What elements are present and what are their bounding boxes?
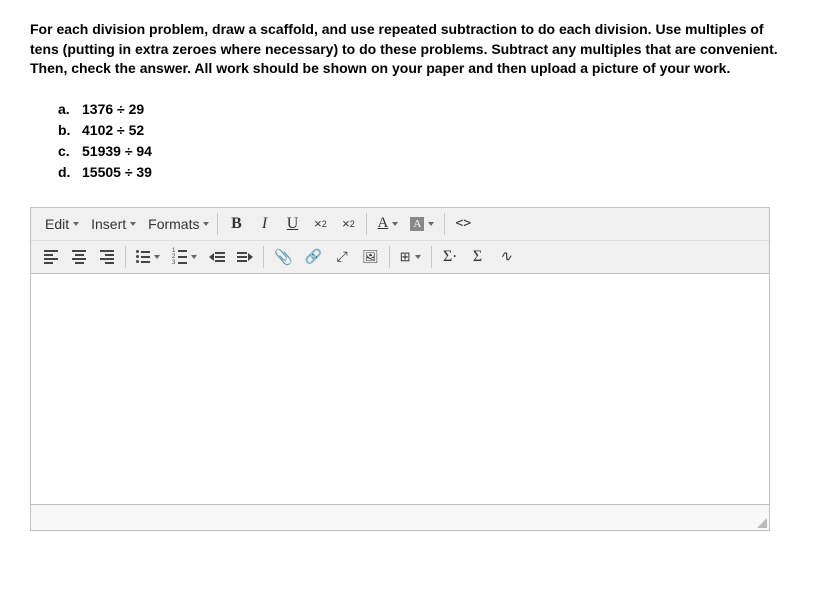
special-char-button[interactable]: ∿ [492, 243, 520, 271]
problem-letter: b. [58, 120, 82, 141]
caret-icon [130, 222, 136, 226]
separator [217, 213, 218, 235]
rich-text-editor: Edit Insert Formats B I U ×2 ×2 A A <> 1… [30, 207, 770, 531]
resize-handle-icon[interactable] [757, 518, 767, 528]
caret-icon [191, 255, 197, 259]
bullet-list-button[interactable] [130, 243, 166, 271]
problem-list: a. 1376 ÷ 29 b. 4102 ÷ 52 c. 51939 ÷ 94 … [58, 99, 796, 183]
indent-button[interactable] [231, 243, 259, 271]
underline-button[interactable]: U [278, 210, 306, 238]
problem-letter: c. [58, 141, 82, 162]
outdent-icon [209, 252, 225, 262]
separator [431, 246, 432, 268]
unlink-button[interactable]: ⤢ [328, 243, 356, 271]
separator [366, 213, 367, 235]
problem-expression: 4102 ÷ 52 [82, 120, 144, 141]
align-center-button[interactable] [65, 243, 93, 271]
caret-icon [154, 255, 160, 259]
link-button[interactable]: 🔗 [299, 243, 328, 271]
bullet-list-icon [136, 250, 150, 263]
caret-icon [392, 222, 398, 226]
separator [389, 246, 390, 268]
problem-c: c. 51939 ÷ 94 [58, 141, 796, 162]
equation-insert-button[interactable]: Σ [436, 243, 464, 271]
editor-content-area[interactable] [31, 274, 769, 504]
problem-b: b. 4102 ÷ 52 [58, 120, 796, 141]
table-button[interactable]: ⊞ [394, 243, 427, 271]
editor-toolbar: Edit Insert Formats B I U ×2 ×2 A A <> 1… [31, 208, 769, 274]
superscript-button[interactable]: ×2 [334, 210, 362, 238]
formats-menu[interactable]: Formats [140, 210, 213, 238]
caret-icon [428, 222, 434, 226]
align-left-icon [44, 250, 58, 264]
equation-button[interactable]: Σ [464, 243, 492, 271]
code-button[interactable]: <> [449, 210, 477, 238]
toolbar-row-1: Edit Insert Formats B I U ×2 ×2 A A <> [31, 208, 769, 240]
align-center-icon [72, 250, 86, 264]
indent-icon [237, 252, 253, 262]
align-right-icon [100, 250, 114, 264]
outdent-button[interactable] [203, 243, 231, 271]
italic-button[interactable]: I [250, 210, 278, 238]
problem-expression: 51939 ÷ 94 [82, 141, 152, 162]
align-right-button[interactable] [93, 243, 121, 271]
separator [263, 246, 264, 268]
problem-d: d. 15505 ÷ 39 [58, 162, 796, 183]
numbered-list-button[interactable]: 123 [166, 243, 203, 271]
bold-button[interactable]: B [222, 210, 250, 238]
attachment-button[interactable]: 📎 [268, 243, 299, 271]
problem-letter: a. [58, 99, 82, 120]
caret-icon [203, 222, 209, 226]
caret-icon [73, 222, 79, 226]
problem-a: a. 1376 ÷ 29 [58, 99, 796, 120]
separator [125, 246, 126, 268]
instructions-text: For each division problem, draw a scaffo… [30, 20, 796, 79]
separator [444, 213, 445, 235]
edit-menu[interactable]: Edit [37, 210, 83, 238]
highlight-color-button[interactable]: A [404, 210, 440, 238]
numbered-list-icon: 123 [172, 249, 187, 265]
subscript-button[interactable]: ×2 [306, 210, 334, 238]
problem-expression: 15505 ÷ 39 [82, 162, 152, 183]
problem-letter: d. [58, 162, 82, 183]
insert-menu[interactable]: Insert [83, 210, 140, 238]
problem-expression: 1376 ÷ 29 [82, 99, 144, 120]
caret-icon [415, 255, 421, 259]
text-color-button[interactable]: A [371, 210, 404, 238]
align-left-button[interactable] [37, 243, 65, 271]
image-button[interactable]: 🖼 [356, 243, 385, 271]
editor-statusbar [31, 504, 769, 530]
toolbar-row-2: 123 📎 🔗 ⤢ 🖼 ⊞ Σ Σ ∿ [31, 240, 769, 273]
